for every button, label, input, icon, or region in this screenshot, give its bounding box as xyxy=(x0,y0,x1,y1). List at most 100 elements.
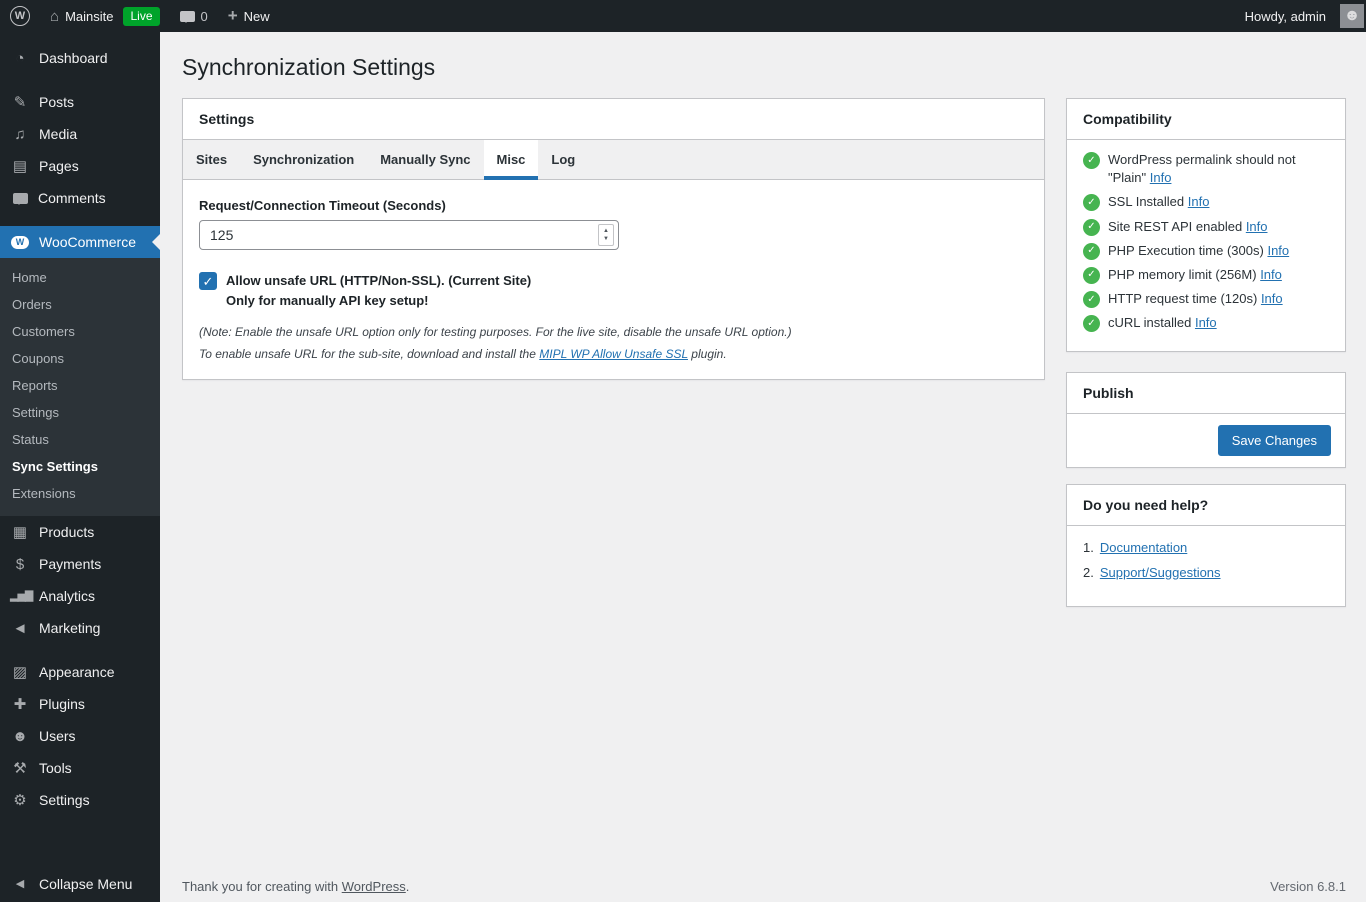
publish-panel: Publish Save Changes xyxy=(1066,371,1346,468)
sidebar-item-plugins[interactable]: ✚ Plugins xyxy=(0,688,160,720)
unsafe-url-sublabel: Only for manually API key setup! xyxy=(226,293,429,309)
unsafe-url-note: (Note: Enable the unsafe URL option only… xyxy=(199,325,792,340)
payments-icon: $ xyxy=(15,555,25,573)
compat-text: HTTP request time (120s) xyxy=(1108,291,1258,307)
help-item: 2. Support/Suggestions xyxy=(1083,565,1329,580)
publish-title: Publish xyxy=(1067,373,1345,414)
check-circle-icon: ✓ xyxy=(1083,291,1100,309)
live-badge: Live xyxy=(123,6,160,26)
media-icon: ♫ xyxy=(14,125,26,143)
save-changes-button[interactable]: Save Changes xyxy=(1217,424,1331,456)
info-link[interactable]: Info xyxy=(1188,194,1210,209)
sidebar-item-label: Marketing xyxy=(39,620,101,636)
submenu-item-settings[interactable]: Settings xyxy=(0,399,160,426)
help-item-number: 1. xyxy=(1083,539,1094,555)
sidebar-item-posts[interactable]: ✎ Posts xyxy=(0,86,160,118)
submenu-item-customers[interactable]: Customers xyxy=(0,318,160,345)
plugin-link[interactable]: MIPL WP Allow Unsafe SSL xyxy=(539,347,688,361)
compat-text: SSL Installed xyxy=(1108,194,1185,210)
sidebar-item-products[interactable]: ▦ Products xyxy=(0,516,160,548)
tab-sites[interactable]: Sites xyxy=(183,140,240,179)
submenu-item-coupons[interactable]: Coupons xyxy=(0,345,160,372)
help-panel: Do you need help? 1. Documentation 2. Su… xyxy=(1066,483,1346,607)
sidebar-item-users[interactable]: ☻ Users xyxy=(0,720,160,752)
admin-sidebar: ◔ Dashboard ✎ Posts ♫ Media ▤ Pages Comm… xyxy=(0,32,160,902)
info-link[interactable]: Info xyxy=(1150,170,1172,185)
account-menu[interactable]: Howdy, admin ☻ xyxy=(1235,0,1366,32)
plugin-note-prefix: To enable unsafe URL for the sub-site, d… xyxy=(199,347,540,362)
sidebar-item-label: Users xyxy=(39,728,76,744)
plugin-note: To enable unsafe URL for the sub-site, d… xyxy=(199,347,1028,361)
submenu-item-home[interactable]: Home xyxy=(0,264,160,291)
sidebar-item-label: Settings xyxy=(39,792,90,808)
site-menu[interactable]: ⌂ Mainsite Live xyxy=(40,0,170,32)
info-link[interactable]: Info xyxy=(1260,267,1282,282)
unsafe-url-checkbox[interactable]: ✓ xyxy=(199,272,217,290)
tab-manually-sync[interactable]: Manually Sync xyxy=(367,140,483,179)
timeout-input[interactable] xyxy=(199,220,619,250)
sidebar-item-label: WooCommerce xyxy=(39,234,136,250)
sidebar-item-label: Comments xyxy=(38,190,106,206)
submenu-item-orders[interactable]: Orders xyxy=(0,291,160,318)
products-icon: ▦ xyxy=(12,523,28,541)
sidebar-item-tools[interactable]: ⚒ Tools xyxy=(0,752,160,784)
site-name: Mainsite xyxy=(65,8,114,24)
sidebar-item-label: Analytics xyxy=(39,588,96,604)
person-icon: ☻ xyxy=(1343,7,1361,24)
submenu-item-status[interactable]: Status xyxy=(0,426,160,453)
stepper-up-icon[interactable]: ▲ xyxy=(603,228,609,234)
menu-separator xyxy=(0,74,160,86)
page-title: Synchronization Settings xyxy=(182,54,436,80)
submenu-item-sync-settings[interactable]: Sync Settings xyxy=(0,453,160,480)
sidebar-item-appearance[interactable]: ▨ Appearance xyxy=(0,656,160,688)
sidebar-item-woocommerce[interactable]: W WooCommerce xyxy=(0,226,160,258)
tab-synchronization[interactable]: Synchronization xyxy=(240,140,367,179)
comments-icon xyxy=(13,192,28,205)
collapse-menu-button[interactable]: ◀ Collapse Menu xyxy=(0,868,160,900)
compat-text: PHP memory limit (256M) xyxy=(1108,266,1257,282)
tab-log[interactable]: Log xyxy=(538,140,588,179)
comments-menu[interactable]: 0 xyxy=(170,0,218,32)
info-link[interactable]: Info xyxy=(1261,291,1283,306)
sidebar-item-payments[interactable]: $ Payments xyxy=(0,548,160,580)
sidebar-item-marketing[interactable]: ◄ Marketing xyxy=(0,612,160,644)
new-menu[interactable]: + New xyxy=(218,0,280,32)
sidebar-item-settings[interactable]: ⚙ Settings xyxy=(0,784,160,816)
howdy-text: Howdy, admin xyxy=(1244,8,1326,24)
wordpress-link[interactable]: WordPress xyxy=(342,879,406,894)
info-link[interactable]: Info xyxy=(1267,243,1289,258)
comment-bubble-icon xyxy=(179,10,195,23)
footer-thanks: Thank you for creating with WordPress. xyxy=(182,879,409,894)
info-link[interactable]: Info xyxy=(1246,219,1268,234)
compat-text: cURL installed xyxy=(1108,315,1192,331)
avatar: ☻ xyxy=(1340,4,1364,28)
wordpress-logo-menu[interactable]: W xyxy=(0,0,40,32)
info-link[interactable]: Info xyxy=(1195,315,1217,330)
documentation-link[interactable]: Documentation xyxy=(1100,540,1187,555)
admin-bar: W ⌂ Mainsite Live 0 + New Howdy, admin ☻ xyxy=(0,0,1366,32)
sidebar-item-analytics[interactable]: ▂▅▇ Analytics xyxy=(0,580,160,612)
unsafe-url-label: Allow unsafe URL (HTTP/Non-SSL). (Curren… xyxy=(226,273,532,288)
compatibility-title: Compatibility xyxy=(1067,99,1345,140)
sidebar-item-comments[interactable]: Comments xyxy=(0,182,160,214)
compatibility-item: ✓ Site REST API enabled Info xyxy=(1083,218,1329,236)
bar-chart-icon: ▂▅▇ xyxy=(10,589,33,602)
sidebar-item-dashboard[interactable]: ◔ Dashboard xyxy=(0,42,160,74)
support-link[interactable]: Support/Suggestions xyxy=(1100,565,1221,580)
sidebar-item-pages[interactable]: ▤ Pages xyxy=(0,150,160,182)
sidebar-item-label: Payments xyxy=(39,556,102,572)
sidebar-item-label: Pages xyxy=(39,158,79,174)
sidebar-item-label: Products xyxy=(39,524,95,540)
tab-misc[interactable]: Misc xyxy=(483,140,539,180)
plugin-icon: ✚ xyxy=(13,695,27,713)
pencil-icon: ✎ xyxy=(13,93,27,111)
check-circle-icon: ✓ xyxy=(1083,315,1100,333)
submenu-item-extensions[interactable]: Extensions xyxy=(0,480,160,507)
stepper-down-icon[interactable]: ▼ xyxy=(603,236,609,242)
number-stepper[interactable]: ▲ ▼ xyxy=(598,224,614,246)
compatibility-item: ✓ PHP Execution time (300s) Info xyxy=(1083,242,1329,260)
sidebar-item-label: Tools xyxy=(39,760,72,776)
sidebar-item-media[interactable]: ♫ Media xyxy=(0,118,160,150)
submenu-item-reports[interactable]: Reports xyxy=(0,372,160,399)
help-title: Do you need help? xyxy=(1067,485,1345,526)
